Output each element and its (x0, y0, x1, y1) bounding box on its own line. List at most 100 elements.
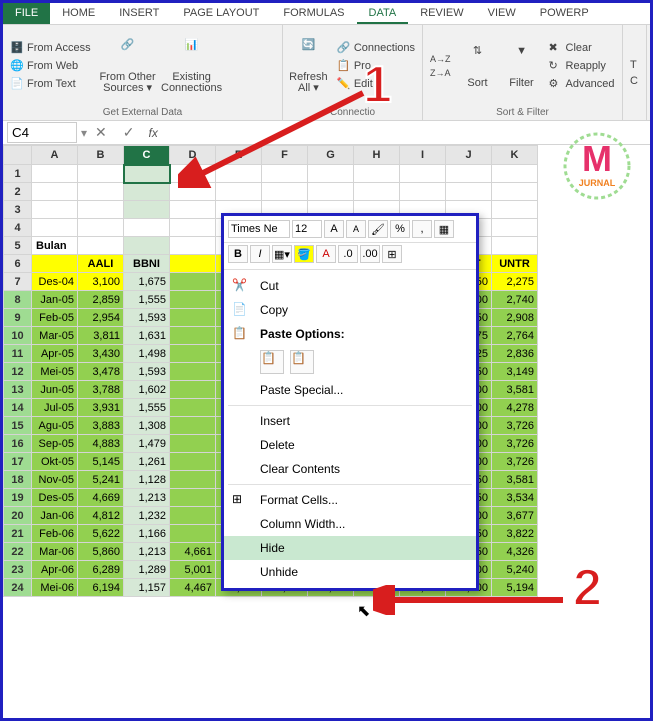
cell[interactable]: Des-05 (32, 489, 78, 507)
border-icon[interactable]: ▦ (434, 220, 454, 238)
cell[interactable]: 3,726 (492, 435, 538, 453)
cancel-icon[interactable]: ✕ (87, 124, 115, 141)
ctx-cut[interactable]: ✂️Cut (224, 274, 476, 298)
row-9[interactable]: 9 (4, 309, 32, 327)
col-a[interactable]: A (32, 146, 78, 165)
row-23[interactable]: 23 (4, 561, 32, 579)
row-13[interactable]: 13 (4, 381, 32, 399)
cell[interactable]: Agu-05 (32, 417, 78, 435)
cell[interactable]: 1,593 (124, 363, 170, 381)
cell[interactable]: 4,883 (78, 435, 124, 453)
cell-bulan[interactable]: Bulan (32, 237, 78, 255)
cell[interactable]: Sep-05 (32, 435, 78, 453)
cell[interactable]: 6,194 (78, 579, 124, 597)
cell[interactable]: Nov-05 (32, 471, 78, 489)
font-name[interactable] (228, 220, 290, 238)
paste-values-icon[interactable]: 📋 (290, 350, 314, 374)
consolidate[interactable]: C (627, 74, 641, 88)
col-i[interactable]: I (400, 146, 446, 165)
col-j[interactable]: J (446, 146, 492, 165)
cell[interactable]: 6,289 (78, 561, 124, 579)
row-17[interactable]: 17 (4, 453, 32, 471)
cell[interactable]: Okt-05 (32, 453, 78, 471)
ctx-pastespecial[interactable]: Paste Special... (224, 378, 476, 402)
from-access[interactable]: 🗄️From Access (7, 40, 94, 56)
cell[interactable]: 5,241 (78, 471, 124, 489)
row-21[interactable]: 21 (4, 525, 32, 543)
tab-insert[interactable]: INSERT (107, 3, 171, 24)
confirm-icon[interactable]: ✓ (115, 124, 143, 141)
tab-view[interactable]: VIEW (476, 3, 528, 24)
row-3[interactable]: 3 (4, 201, 32, 219)
cell[interactable]: 1,602 (124, 381, 170, 399)
tab-home[interactable]: HOME (50, 3, 107, 24)
ctx-hide[interactable]: Hide (224, 536, 476, 560)
from-other-sources[interactable]: 🔗From Other Sources ▾ (98, 27, 158, 105)
row-20[interactable]: 20 (4, 507, 32, 525)
cell[interactable]: 3,478 (78, 363, 124, 381)
cell[interactable]: 2,764 (492, 327, 538, 345)
ctx-delete[interactable]: Delete (224, 433, 476, 457)
sort[interactable]: ⇅Sort (458, 27, 498, 105)
tab-review[interactable]: REVIEW (408, 3, 475, 24)
clear-filter[interactable]: ✖Clear (546, 40, 618, 56)
bold-icon[interactable]: B (228, 245, 248, 263)
col-k[interactable]: K (492, 146, 538, 165)
cell[interactable]: 4,661 (170, 543, 216, 561)
tab-pagelayout[interactable]: PAGE LAYOUT (171, 3, 271, 24)
cell[interactable]: 1,157 (124, 579, 170, 597)
ctx-insert[interactable]: Insert (224, 409, 476, 433)
sort-az[interactable]: A→Z (427, 53, 454, 65)
cell[interactable]: 3,100 (78, 273, 124, 291)
cell[interactable]: 1,675 (124, 273, 170, 291)
cell[interactable]: 1,498 (124, 345, 170, 363)
cell[interactable]: 1,213 (124, 543, 170, 561)
cell[interactable]: Jun-05 (32, 381, 78, 399)
cell[interactable]: 3,677 (492, 507, 538, 525)
row-12[interactable]: 12 (4, 363, 32, 381)
merge-icon[interactable]: ⊞ (382, 245, 402, 263)
row-11[interactable]: 11 (4, 345, 32, 363)
comma-icon[interactable]: , (412, 220, 432, 238)
fill-color-icon[interactable]: 🪣 (294, 245, 314, 263)
cell[interactable]: Des-04 (32, 273, 78, 291)
row-10[interactable]: 10 (4, 327, 32, 345)
cell[interactable]: 5,240 (492, 561, 538, 579)
row-1[interactable]: 1 (4, 165, 32, 183)
name-box[interactable] (7, 122, 77, 143)
row-19[interactable]: 19 (4, 489, 32, 507)
italic-icon[interactable]: I (250, 245, 270, 263)
font-color-icon[interactable]: A (316, 245, 336, 263)
cell[interactable]: 1,479 (124, 435, 170, 453)
cell[interactable]: 4,812 (78, 507, 124, 525)
cell[interactable]: Mei-06 (32, 579, 78, 597)
row-8[interactable]: 8 (4, 291, 32, 309)
cell[interactable]: Jan-06 (32, 507, 78, 525)
cell[interactable]: 5,145 (78, 453, 124, 471)
increase-decimal-icon[interactable]: .00 (360, 245, 380, 263)
cell[interactable]: 3,726 (492, 417, 538, 435)
cell[interactable]: 1,232 (124, 507, 170, 525)
ctx-clear[interactable]: Clear Contents (224, 457, 476, 481)
cell[interactable]: Feb-05 (32, 309, 78, 327)
cell[interactable]: 1,631 (124, 327, 170, 345)
cell[interactable]: 1,555 (124, 291, 170, 309)
cell[interactable]: 1,261 (124, 453, 170, 471)
cell[interactable]: 2,275 (492, 273, 538, 291)
filter[interactable]: ▼Filter (502, 27, 542, 105)
tab-formulas[interactable]: FORMULAS (271, 3, 356, 24)
cell[interactable]: 1,166 (124, 525, 170, 543)
cell[interactable]: 3,883 (78, 417, 124, 435)
from-web[interactable]: 🌐From Web (7, 58, 94, 74)
tab-data[interactable]: DATA (357, 3, 409, 24)
row-4[interactable]: 4 (4, 219, 32, 237)
cell[interactable]: 4,669 (78, 489, 124, 507)
grow-font-icon[interactable]: A (324, 220, 344, 238)
cell[interactable]: 1,289 (124, 561, 170, 579)
cell[interactable]: Mar-05 (32, 327, 78, 345)
border-dropdown-icon[interactable]: ▦▾ (272, 245, 292, 263)
row-18[interactable]: 18 (4, 471, 32, 489)
sort-za[interactable]: Z→A (427, 67, 454, 79)
ctx-copy[interactable]: 📄Copy (224, 298, 476, 322)
hdr-untr[interactable]: UNTR (492, 255, 538, 273)
